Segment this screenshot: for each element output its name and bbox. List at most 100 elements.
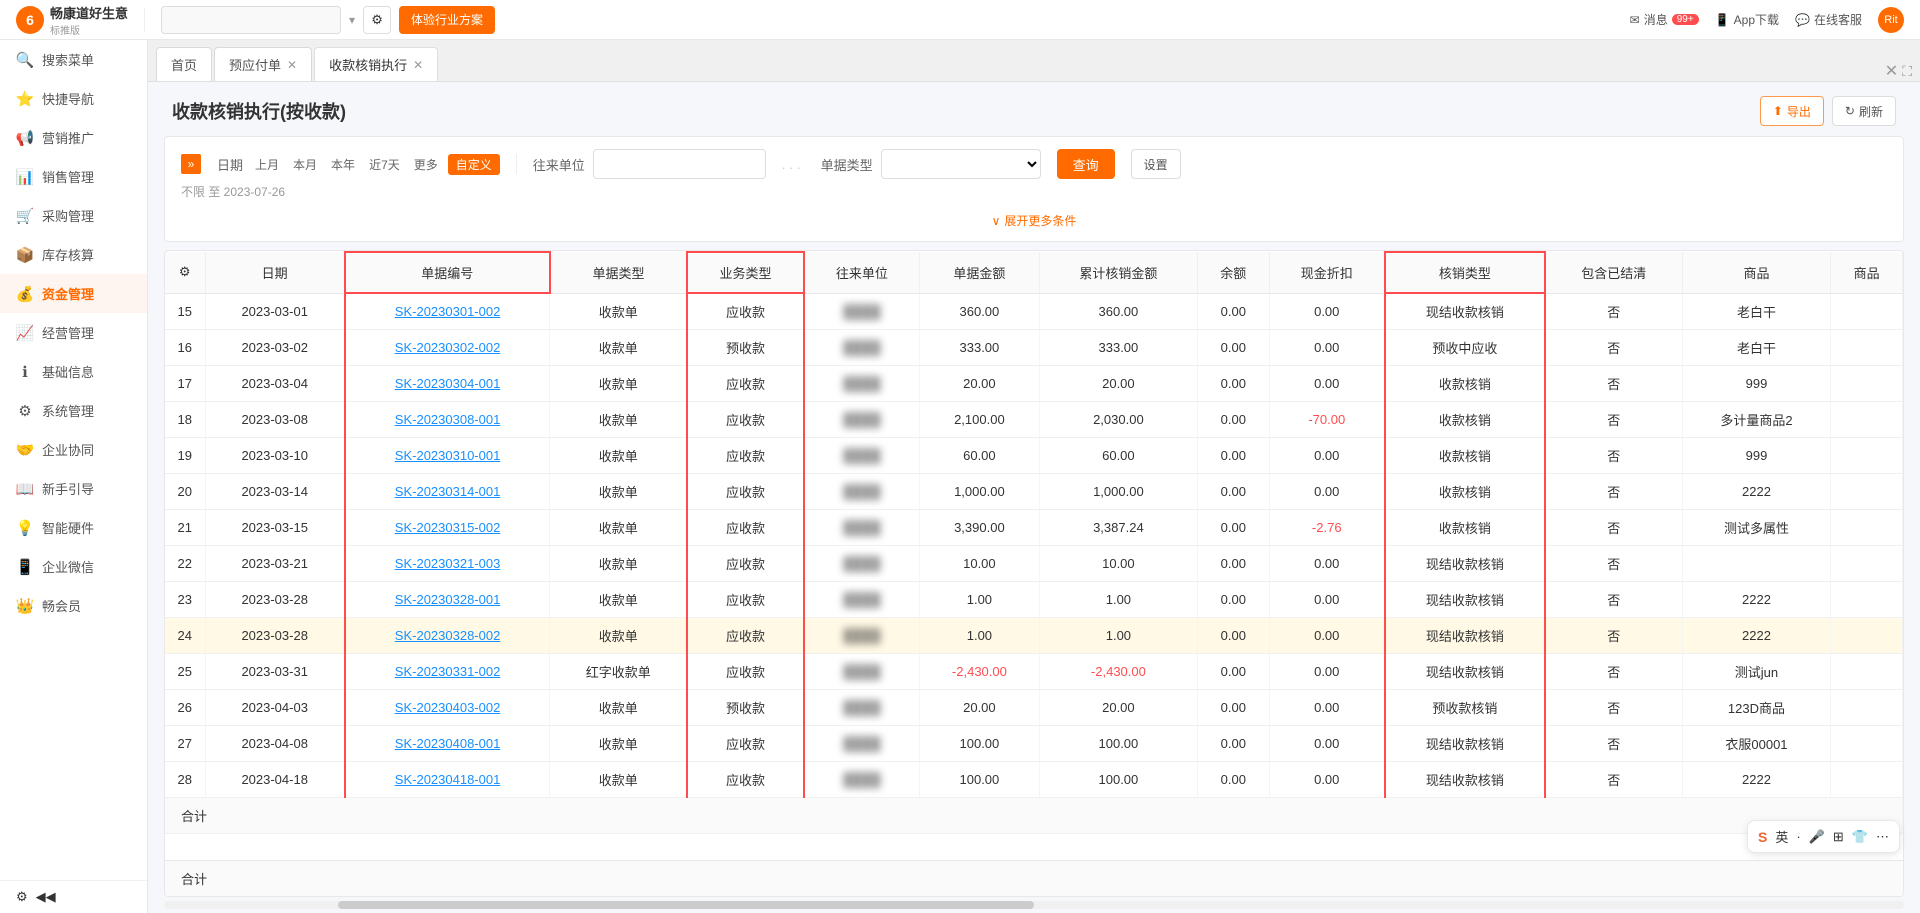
col-header-writeoff-type[interactable]: 核销类型 (1385, 252, 1545, 293)
col-header-amount[interactable]: 单据金额 (920, 252, 1040, 293)
col-header-bill-type[interactable]: 单据类型 (550, 252, 687, 293)
table-scroll[interactable]: ⚙ 日期 单据编号 单据类型 业务类型 往来单位 单据金额 累计核销金额 余额 (165, 251, 1903, 860)
sidebar-item-marketing[interactable]: 📢 营销推广 (0, 118, 147, 157)
tab-writeoff-close[interactable]: ✕ (413, 58, 423, 72)
col-header-writeoff[interactable]: 累计核销金额 (1039, 252, 1197, 293)
sidebar-item-purchase[interactable]: 🛒 采购管理 (0, 196, 147, 235)
cell-bill-no[interactable]: SK-20230314-001 (345, 474, 550, 510)
refresh-button[interactable]: ↻ 刷新 (1832, 96, 1896, 126)
sidebar-item-operations[interactable]: 📈 经营管理 (0, 313, 147, 352)
sidebar-item-inventory[interactable]: 📦 库存核算 (0, 235, 147, 274)
cell-bill-no[interactable]: SK-20230302-002 (345, 330, 550, 366)
cell-bill-no[interactable]: SK-20230301-002 (345, 293, 550, 330)
cell-bill-no[interactable]: SK-20230315-002 (345, 510, 550, 546)
bill-no-link[interactable]: SK-20230315-002 (395, 520, 501, 535)
sougou-grid-icon[interactable]: ⊞ (1833, 829, 1844, 845)
bill-no-link[interactable]: SK-20230331-002 (395, 664, 501, 679)
cell-bill-no[interactable]: SK-20230321-003 (345, 546, 550, 582)
solution-button[interactable]: 体验行业方案 (399, 6, 495, 34)
last-month-btn[interactable]: 上月 (251, 154, 283, 175)
last7-btn[interactable]: 近7天 (365, 154, 404, 175)
sidebar-item-search[interactable]: 🔍 搜索菜单 (0, 40, 147, 79)
bill-no-link[interactable]: SK-20230314-001 (395, 484, 501, 499)
bill-no-link[interactable]: SK-20230302-002 (395, 340, 501, 355)
bill-no-link[interactable]: SK-20230328-002 (395, 628, 501, 643)
tab-close-all-icon[interactable]: ✕ (1885, 61, 1898, 81)
filter-toggle-icon[interactable]: » (181, 154, 201, 174)
filter-setting-button[interactable]: 设置 (1131, 149, 1181, 179)
col-header-balance[interactable]: 余额 (1198, 252, 1270, 293)
col-header-discount[interactable]: 现金折扣 (1269, 252, 1385, 293)
cell-bill-no[interactable]: SK-20230310-001 (345, 438, 550, 474)
tab-home[interactable]: 首页 (156, 47, 212, 81)
bill-no-link[interactable]: SK-20230403-002 (395, 700, 501, 715)
sougou-more-icon[interactable]: ⋯ (1876, 829, 1889, 845)
sidebar-item-sales[interactable]: 📊 销售管理 (0, 157, 147, 196)
bill-no-link[interactable]: SK-20230321-003 (395, 556, 501, 571)
bill-no-link[interactable]: SK-20230328-001 (395, 592, 501, 607)
col-header-biz-type[interactable]: 业务类型 (687, 252, 804, 293)
sougou-mic-icon[interactable]: 🎤 (1809, 829, 1825, 845)
user-avatar[interactable]: Rit (1878, 7, 1904, 33)
cell-bill-no[interactable]: SK-20230331-002 (345, 654, 550, 690)
bill-type-select[interactable] (881, 149, 1041, 179)
cell-bill-no[interactable]: SK-20230304-001 (345, 366, 550, 402)
cell-partner: ████ (804, 690, 920, 726)
col-header-date[interactable]: 日期 (205, 252, 345, 293)
messages-button[interactable]: ✉ 消息 99+ (1630, 11, 1699, 28)
bill-no-link[interactable]: SK-20230310-001 (395, 448, 501, 463)
bill-no-link[interactable]: SK-20230408-001 (395, 736, 501, 751)
query-button[interactable]: 查询 (1057, 149, 1115, 179)
export-button[interactable]: ⬆ 导出 (1760, 96, 1824, 126)
gear-button[interactable]: ⚙ (363, 6, 391, 34)
col-header-partner[interactable]: 往来单位 (804, 252, 920, 293)
col-header-goods[interactable]: 商品 (1682, 252, 1831, 293)
bill-no-link[interactable]: SK-20230308-001 (395, 412, 501, 427)
tab-prepayment[interactable]: 预应付单 ✕ (214, 47, 312, 81)
this-year-btn[interactable]: 本年 (327, 154, 359, 175)
scrollbar-thumb[interactable] (338, 901, 1034, 909)
sidebar-item-basic-info[interactable]: ℹ 基础信息 (0, 352, 147, 391)
bill-no-link[interactable]: SK-20230304-001 (395, 376, 501, 391)
custom-date-btn[interactable]: 自定义 (448, 154, 500, 175)
sidebar-item-system[interactable]: ⚙ 系统管理 (0, 391, 147, 430)
app-download-button[interactable]: 📱 App下载 (1715, 11, 1779, 28)
sidebar-collapse-icon[interactable]: ◀◀ (36, 889, 56, 905)
this-month-btn[interactable]: 本月 (289, 154, 321, 175)
col-header-include-settled[interactable]: 包含已结清 (1545, 252, 1682, 293)
sougou-shirt-icon[interactable]: 👕 (1852, 829, 1868, 845)
more-btn[interactable]: 更多 (410, 154, 442, 175)
col-header-bill-no[interactable]: 单据编号 (345, 252, 550, 293)
col-header-goods2[interactable]: 商品 (1831, 252, 1903, 293)
cell-bill-no[interactable]: SK-20230328-001 (345, 582, 550, 618)
sidebar-item-shortcuts[interactable]: ⭐ 快捷导航 (0, 79, 147, 118)
partner-input[interactable] (593, 149, 766, 179)
search-input[interactable] (161, 6, 341, 34)
sidebar-item-wechat[interactable]: 📱 企业微信 (0, 547, 147, 586)
col-header-gear[interactable]: ⚙ (165, 252, 205, 293)
cell-bill-no[interactable]: SK-20230328-002 (345, 618, 550, 654)
sidebar-item-finance[interactable]: 💰 资金管理 (0, 274, 147, 313)
tab-prepayment-close[interactable]: ✕ (287, 58, 297, 72)
expand-button[interactable]: ∨ 展开更多条件 (992, 212, 1077, 229)
sidebar-item-enterprise[interactable]: 🤝 企业协同 (0, 430, 147, 469)
tab-writeoff[interactable]: 收款核销执行 ✕ (314, 47, 438, 81)
filter-toggle[interactable]: » (181, 154, 201, 174)
cell-bill-no[interactable]: SK-20230408-001 (345, 726, 550, 762)
tab-maximize-icon[interactable]: ⛶ (1902, 63, 1912, 80)
sidebar-item-guide[interactable]: 📖 新手引导 (0, 469, 147, 508)
online-service-button[interactable]: 💬 在线客服 (1795, 11, 1862, 28)
cell-bill-no[interactable]: SK-20230418-001 (345, 762, 550, 798)
bill-no-link[interactable]: SK-20230418-001 (395, 772, 501, 787)
sidebar-item-member[interactable]: 👑 畅会员 (0, 586, 147, 625)
export-icon: ⬆ (1773, 104, 1783, 118)
horizontal-scrollbar[interactable] (164, 901, 1904, 909)
sidebar-settings-icon[interactable]: ⚙ (16, 889, 28, 905)
sidebar-item-smart-hardware[interactable]: 💡 智能硬件 (0, 508, 147, 547)
cell-bill-no[interactable]: SK-20230403-002 (345, 690, 550, 726)
dropdown-arrow-icon[interactable]: ▾ (349, 13, 355, 27)
cell-bill-no[interactable]: SK-20230308-001 (345, 402, 550, 438)
cell-discount: -2.76 (1269, 510, 1385, 546)
bill-no-link[interactable]: SK-20230301-002 (395, 304, 501, 319)
operations-icon: 📈 (16, 324, 34, 342)
